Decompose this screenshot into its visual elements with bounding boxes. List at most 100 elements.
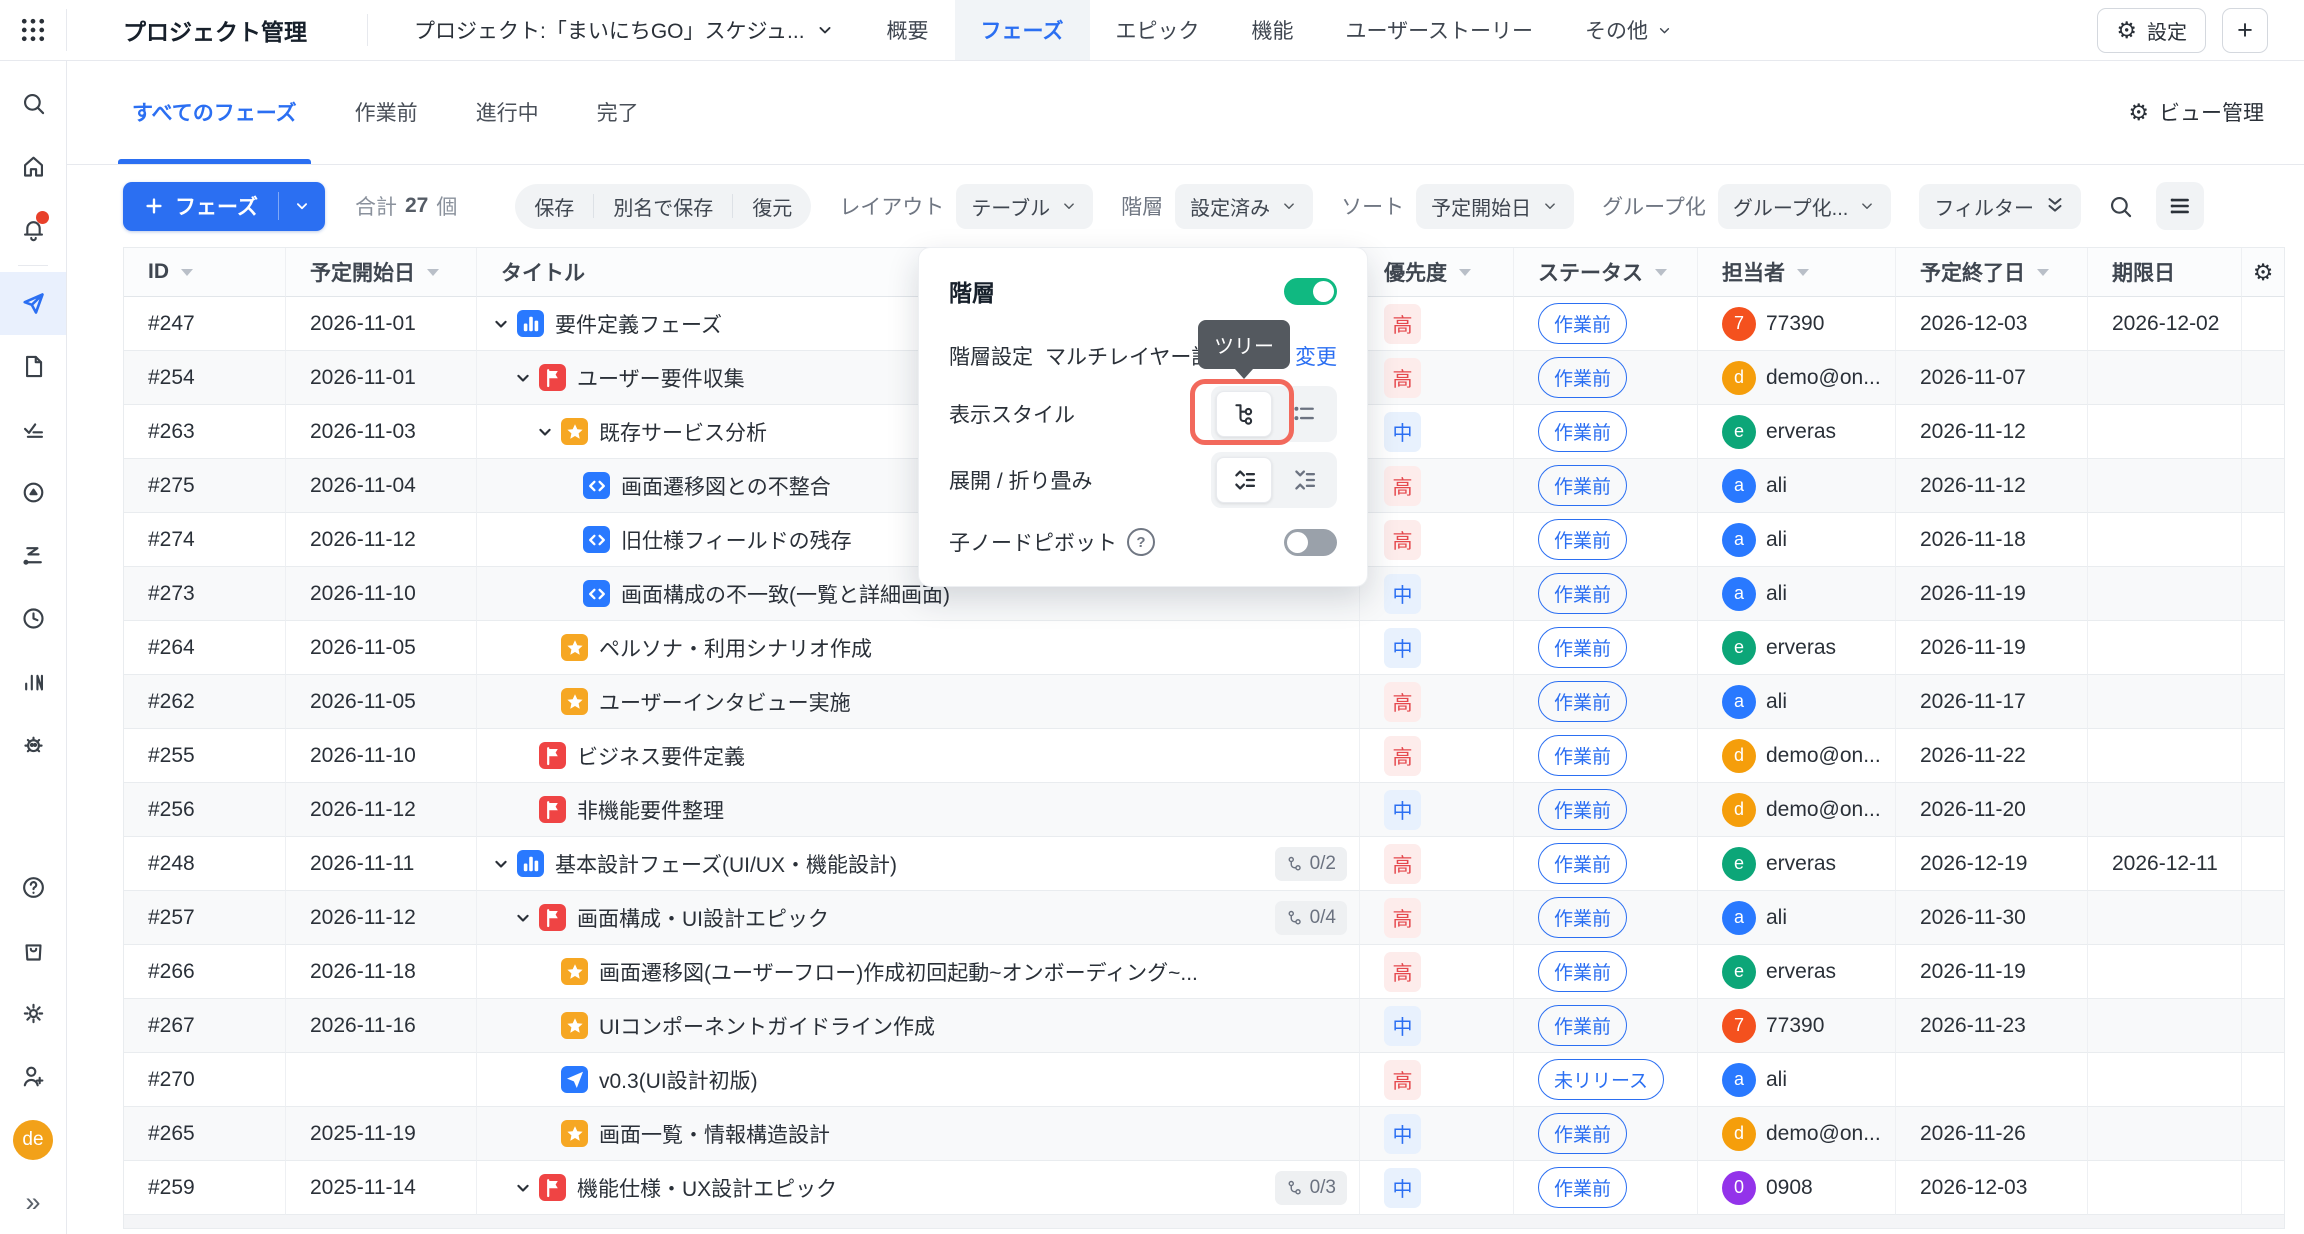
collapse-all-button[interactable] bbox=[1276, 457, 1332, 503]
sidebar-item-tasks[interactable] bbox=[0, 398, 66, 461]
table-row-262[interactable]: #262 2026-11-05 ユーザーインタビュー実施 高 作業前 a ali… bbox=[124, 675, 2284, 729]
row-expand-chevron-icon[interactable] bbox=[491, 314, 517, 334]
header-tab-more[interactable]: その他 bbox=[1559, 0, 1699, 60]
column-header-assignee[interactable]: 担当者 bbox=[1698, 248, 1896, 297]
cell-title[interactable]: ユーザーインタビュー実施 bbox=[477, 675, 1360, 729]
sidebar-item-invite[interactable] bbox=[0, 1045, 66, 1108]
add-phase-button[interactable]: フェーズ bbox=[123, 181, 325, 231]
table-row-259[interactable]: #259 2025-11-14 機能仕様・UX設計エピック 0/3 中 作業前 … bbox=[124, 1161, 2284, 1215]
header-tab-user-stories[interactable]: ユーザーストーリー bbox=[1320, 0, 1560, 60]
divider bbox=[367, 14, 368, 46]
cell-title[interactable]: 画面一覧・情報構造設計 bbox=[477, 1107, 1360, 1161]
hierarchy-toggle[interactable] bbox=[1284, 277, 1337, 305]
view-tab-all-phases[interactable]: すべてのフェーズ bbox=[118, 60, 311, 164]
cell-title[interactable]: 非機能要件整理 bbox=[477, 783, 1360, 837]
sort-caret-icon[interactable] bbox=[427, 268, 439, 276]
header-tab-phases[interactable]: フェーズ bbox=[954, 0, 1090, 60]
sidebar-item-history[interactable] bbox=[0, 587, 66, 650]
table-row-255[interactable]: #255 2026-11-10 ビジネス要件定義 高 作業前 d demo@on… bbox=[124, 729, 2284, 783]
row-expand-chevron-icon[interactable] bbox=[535, 422, 561, 442]
layout-select[interactable]: テーブル bbox=[956, 183, 1094, 229]
table-row-265[interactable]: #265 2025-11-19 画面一覧・情報構造設計 中 作業前 d demo… bbox=[124, 1107, 2284, 1161]
hierarchy-select[interactable]: 設定済み bbox=[1175, 183, 1314, 229]
sort-caret-icon[interactable] bbox=[1797, 268, 1809, 276]
list-view-button[interactable] bbox=[2155, 182, 2204, 230]
view-tab-done[interactable]: 完了 bbox=[597, 60, 639, 164]
row-expand-chevron-icon[interactable] bbox=[513, 368, 539, 388]
gear-icon[interactable]: ⚙ bbox=[2253, 260, 2274, 284]
cell-title[interactable]: ペルソナ・利用シナリオ作成 bbox=[477, 621, 1360, 675]
view-tab-pre-work[interactable]: 作業前 bbox=[355, 60, 418, 164]
view-tab-in-progress[interactable]: 進行中 bbox=[476, 60, 539, 164]
sidebar-item-documents[interactable] bbox=[0, 335, 66, 398]
project-selector[interactable]: プロジェクト:「まいにちGO」スケジュ... bbox=[414, 15, 835, 45]
cell-title[interactable]: 画面遷移図(ユーザーフロー)作成初回起動~オンボーディング~... bbox=[477, 945, 1360, 999]
column-header-end-date[interactable]: 予定終了日 bbox=[1896, 248, 2088, 297]
sidebar-item-workflow[interactable] bbox=[0, 524, 66, 587]
help-icon[interactable]: ? bbox=[1127, 528, 1155, 556]
child-pivot-toggle[interactable] bbox=[1284, 528, 1337, 556]
sidebar-item-notifications[interactable] bbox=[0, 198, 66, 261]
cell-title[interactable]: 機能仕様・UX設計エピック 0/3 bbox=[477, 1161, 1360, 1215]
tree-style-button[interactable] bbox=[1216, 391, 1272, 437]
column-header-status[interactable]: ステータス bbox=[1514, 248, 1698, 297]
cell-priority: 中 bbox=[1360, 999, 1514, 1053]
restore-button[interactable]: 復元 bbox=[733, 192, 811, 221]
table-row-270[interactable]: #270 v0.3(UI設計初版) 高 未リリース a ali bbox=[124, 1053, 2284, 1107]
column-header-id[interactable]: ID bbox=[124, 248, 286, 297]
chevron-down-icon[interactable] bbox=[279, 197, 325, 215]
sort-select[interactable]: 予定開始日 bbox=[1416, 183, 1575, 229]
search-button[interactable] bbox=[2107, 193, 2134, 220]
sidebar-item-search[interactable] bbox=[0, 72, 66, 135]
cell-title[interactable]: ビジネス要件定義 bbox=[477, 729, 1360, 783]
sidebar-item-projects[interactable] bbox=[0, 272, 66, 335]
table-row-257[interactable]: #257 2026-11-12 画面構成・UI設計エピック 0/4 高 作業前 … bbox=[124, 891, 2284, 945]
column-header-start-date[interactable]: 予定開始日 bbox=[286, 248, 477, 297]
sidebar-item-avatar[interactable]: de bbox=[0, 1108, 66, 1171]
column-header-priority[interactable]: 優先度 bbox=[1360, 248, 1514, 297]
table-row-256[interactable]: #256 2026-11-12 非機能要件整理 中 作業前 d demo@on.… bbox=[124, 783, 2284, 837]
cell-actions bbox=[2242, 891, 2284, 945]
change-link[interactable]: 変更 bbox=[1295, 341, 1337, 371]
save-as-button[interactable]: 別名で保存 bbox=[594, 192, 732, 221]
row-expand-chevron-icon[interactable] bbox=[513, 908, 539, 928]
table-row-248[interactable]: #248 2026-11-11 基本設計フェーズ(UI/UX・機能設計) 0/2… bbox=[124, 837, 2284, 891]
add-button[interactable]: + bbox=[2222, 7, 2268, 53]
sidebar-item-help[interactable] bbox=[0, 856, 66, 919]
header-tab-features[interactable]: 機能 bbox=[1226, 0, 1320, 60]
sidebar-item-store[interactable] bbox=[0, 919, 66, 982]
table-row-267[interactable]: #267 2026-11-16 UIコンポーネントガイドライン作成 中 作業前 … bbox=[124, 999, 2284, 1053]
save-button[interactable]: 保存 bbox=[515, 192, 593, 221]
cell-id: #267 bbox=[124, 999, 286, 1053]
table-row-264[interactable]: #264 2026-11-05 ペルソナ・利用シナリオ作成 中 作業前 e er… bbox=[124, 621, 2284, 675]
group-select[interactable]: グループ化... bbox=[1717, 183, 1892, 229]
column-header-due-date[interactable]: 期限日 bbox=[2088, 248, 2242, 297]
header-tab-epics[interactable]: エピック bbox=[1090, 0, 1226, 60]
cell-title[interactable]: 基本設計フェーズ(UI/UX・機能設計) 0/2 bbox=[477, 837, 1360, 891]
expand-all-button[interactable] bbox=[1216, 457, 1272, 503]
cell-start-date: 2026-11-05 bbox=[286, 621, 477, 675]
settings-button[interactable]: ⚙ 設定 bbox=[2097, 7, 2206, 53]
table-row-266[interactable]: #266 2026-11-18 画面遷移図(ユーザーフロー)作成初回起動~オンボ… bbox=[124, 945, 2284, 999]
sort-caret-icon[interactable] bbox=[181, 268, 193, 276]
list-style-button[interactable] bbox=[1276, 391, 1332, 437]
sort-caret-icon[interactable] bbox=[2037, 268, 2049, 276]
cell-title[interactable]: v0.3(UI設計初版) bbox=[477, 1053, 1360, 1107]
sort-caret-icon[interactable] bbox=[1459, 268, 1471, 276]
sort-caret-icon[interactable] bbox=[1655, 268, 1667, 276]
row-expand-chevron-icon[interactable] bbox=[491, 854, 517, 874]
view-manage-button[interactable]: ⚙ ビュー管理 bbox=[2128, 97, 2264, 127]
sidebar-item-home[interactable] bbox=[0, 135, 66, 198]
column-header-settings[interactable]: ⚙ bbox=[2242, 248, 2284, 297]
sidebar-item-collapse[interactable]: » bbox=[0, 1171, 66, 1234]
header-tab-overview[interactable]: 概要 bbox=[861, 0, 955, 60]
cell-title[interactable]: 画面構成・UI設計エピック 0/4 bbox=[477, 891, 1360, 945]
app-launcher-icon[interactable] bbox=[0, 15, 66, 45]
cell-title[interactable]: UIコンポーネントガイドライン作成 bbox=[477, 999, 1360, 1053]
sidebar-item-bugs[interactable] bbox=[0, 713, 66, 776]
sidebar-item-settings[interactable] bbox=[0, 982, 66, 1045]
row-expand-chevron-icon[interactable] bbox=[513, 1178, 539, 1198]
sidebar-item-goals[interactable] bbox=[0, 461, 66, 524]
filter-button[interactable]: フィルター bbox=[1919, 183, 2081, 229]
sidebar-item-reports[interactable] bbox=[0, 650, 66, 713]
